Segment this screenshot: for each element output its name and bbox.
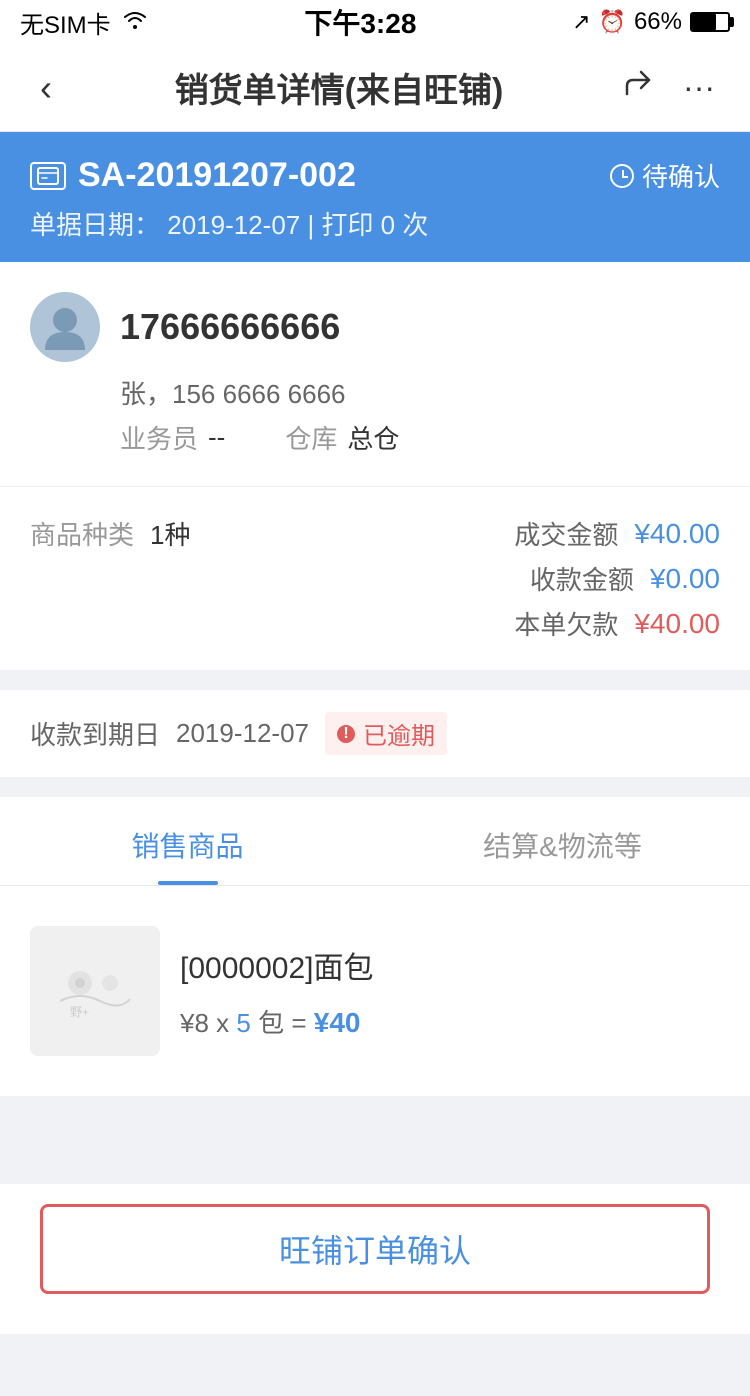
salesman-label: 业务员 [120, 419, 198, 456]
product-multiply: x [216, 1008, 236, 1038]
product-type-row: 商品种类 1种 [30, 515, 514, 552]
confirm-order-button[interactable]: 旺铺订单确认 [40, 1204, 710, 1294]
owed-amount-label: 本单欠款 [514, 605, 618, 642]
warehouse-meta: 仓库 总仓 [285, 419, 399, 456]
overdue-badge: ! 已逾期 [325, 712, 447, 755]
due-date-value: 2019-12-07 [176, 718, 309, 749]
location-icon: ↗ [572, 9, 590, 35]
clock-icon [610, 164, 634, 188]
customer-row: 17666666666 [30, 292, 720, 362]
overdue-dot-icon: ! [337, 725, 355, 743]
nav-actions: ··· [616, 63, 720, 113]
tab-settlement-label: 结算&物流等 [483, 831, 642, 862]
deal-amount-row: 成交金额 ¥40.00 [514, 515, 720, 552]
order-date-label: 单据日期： [30, 210, 160, 240]
deal-amount-value: ¥40.00 [634, 518, 720, 550]
order-id-text: SA-20191207-002 [78, 156, 356, 195]
order-id: SA-20191207-002 [30, 156, 356, 195]
tabs-section: 销售商品 结算&物流等 [0, 797, 750, 886]
customer-phone: 17666666666 [120, 306, 340, 348]
battery-icon [690, 12, 730, 32]
order-status: 待确认 [610, 157, 720, 194]
product-qty: 5 [236, 1008, 250, 1038]
nav-bar: ‹ 销货单详情(来自旺铺) ··· [0, 44, 750, 132]
warehouse-label: 仓库 [285, 419, 337, 456]
order-date: 单据日期： 2019-12-07 | 打印 0 次 [30, 205, 720, 242]
product-info: [0000002]面包 ¥8 x 5 包 = ¥40 [180, 943, 720, 1040]
more-button[interactable]: ··· [678, 64, 720, 111]
receipt-amount-value: ¥0.00 [650, 563, 720, 595]
customer-detail: 张，156 6666 6666 [120, 374, 720, 411]
status-time: 下午3:28 [304, 2, 416, 42]
customer-section: 17666666666 张，156 6666 6666 业务员 -- 仓库 总仓 [0, 262, 750, 486]
confirm-order-label: 旺铺订单确认 [279, 1226, 471, 1272]
order-header-row1: SA-20191207-002 待确认 [30, 156, 720, 195]
owed-amount-row: 本单欠款 ¥40.00 [514, 605, 720, 642]
due-section: 收款到期日 2019-12-07 ! 已逾期 [0, 690, 750, 777]
share-button[interactable] [616, 63, 658, 113]
summary-section: 商品种类 1种 成交金额 ¥40.00 收款金额 ¥0.00 本单欠款 ¥40.… [0, 487, 750, 670]
due-date-label: 收款到期日 [30, 715, 160, 752]
order-id-icon [30, 162, 66, 190]
salesman-meta: 业务员 -- [120, 419, 225, 456]
product-thumbnail: 野+ [30, 926, 160, 1056]
salesman-value: -- [208, 422, 225, 453]
order-header: SA-20191207-002 待确认 单据日期： 2019-12-07 | 打… [0, 132, 750, 262]
product-type-label: 商品种类 [30, 515, 134, 552]
tab-sales-products[interactable]: 销售商品 [0, 797, 375, 885]
product-price-row: ¥8 x 5 包 = ¥40 [180, 1003, 720, 1040]
product-type-value: 1种 [150, 515, 190, 552]
overdue-text: 已逾期 [363, 716, 435, 751]
owed-amount-value: ¥40.00 [634, 608, 720, 640]
product-item: 野+ [0000002]面包 ¥8 x 5 包 = ¥40 [30, 906, 720, 1076]
alarm-icon: ⏰ [599, 9, 626, 35]
product-equals: = [291, 1008, 313, 1038]
summary-left: 商品种类 1种 [30, 515, 514, 552]
product-price: ¥8 [180, 1008, 209, 1038]
status-indicators: ↗ ⏰ 66% [572, 8, 730, 36]
order-date-value: 2019-12-07 [167, 210, 300, 240]
product-total: ¥40 [314, 1007, 361, 1038]
receipt-amount-label: 收款金额 [530, 560, 634, 597]
summary-right: 成交金额 ¥40.00 收款金额 ¥0.00 本单欠款 ¥40.00 [514, 515, 720, 642]
order-status-text: 待确认 [642, 157, 720, 194]
product-name: [0000002]面包 [180, 943, 720, 987]
wifi-icon [121, 8, 149, 36]
avatar [30, 292, 100, 362]
customer-meta: 业务员 -- 仓库 总仓 [120, 419, 720, 456]
page-title: 销货单详情(来自旺铺) [175, 63, 504, 112]
tab-settlement[interactable]: 结算&物流等 [375, 797, 750, 885]
status-carrier: 无SIM卡 [20, 5, 149, 40]
battery-text: 66% [634, 8, 682, 36]
status-bar: 无SIM卡 下午3:28 ↗ ⏰ 66% [0, 0, 750, 44]
svg-text:野+: 野+ [70, 1005, 89, 1019]
bottom-button-wrap: 旺铺订单确认 [0, 1184, 750, 1334]
tab-sales-label: 销售商品 [131, 831, 243, 862]
deal-amount-label: 成交金额 [514, 515, 618, 552]
order-print-info: | 打印 0 次 [307, 210, 428, 240]
product-unit: 包 [258, 1008, 284, 1038]
carrier-text: 无SIM卡 [20, 5, 111, 40]
receipt-amount-row: 收款金额 ¥0.00 [530, 560, 720, 597]
back-button[interactable]: ‹ [30, 57, 62, 119]
product-section: 野+ [0000002]面包 ¥8 x 5 包 = ¥40 [0, 886, 750, 1096]
warehouse-value: 总仓 [347, 419, 399, 456]
